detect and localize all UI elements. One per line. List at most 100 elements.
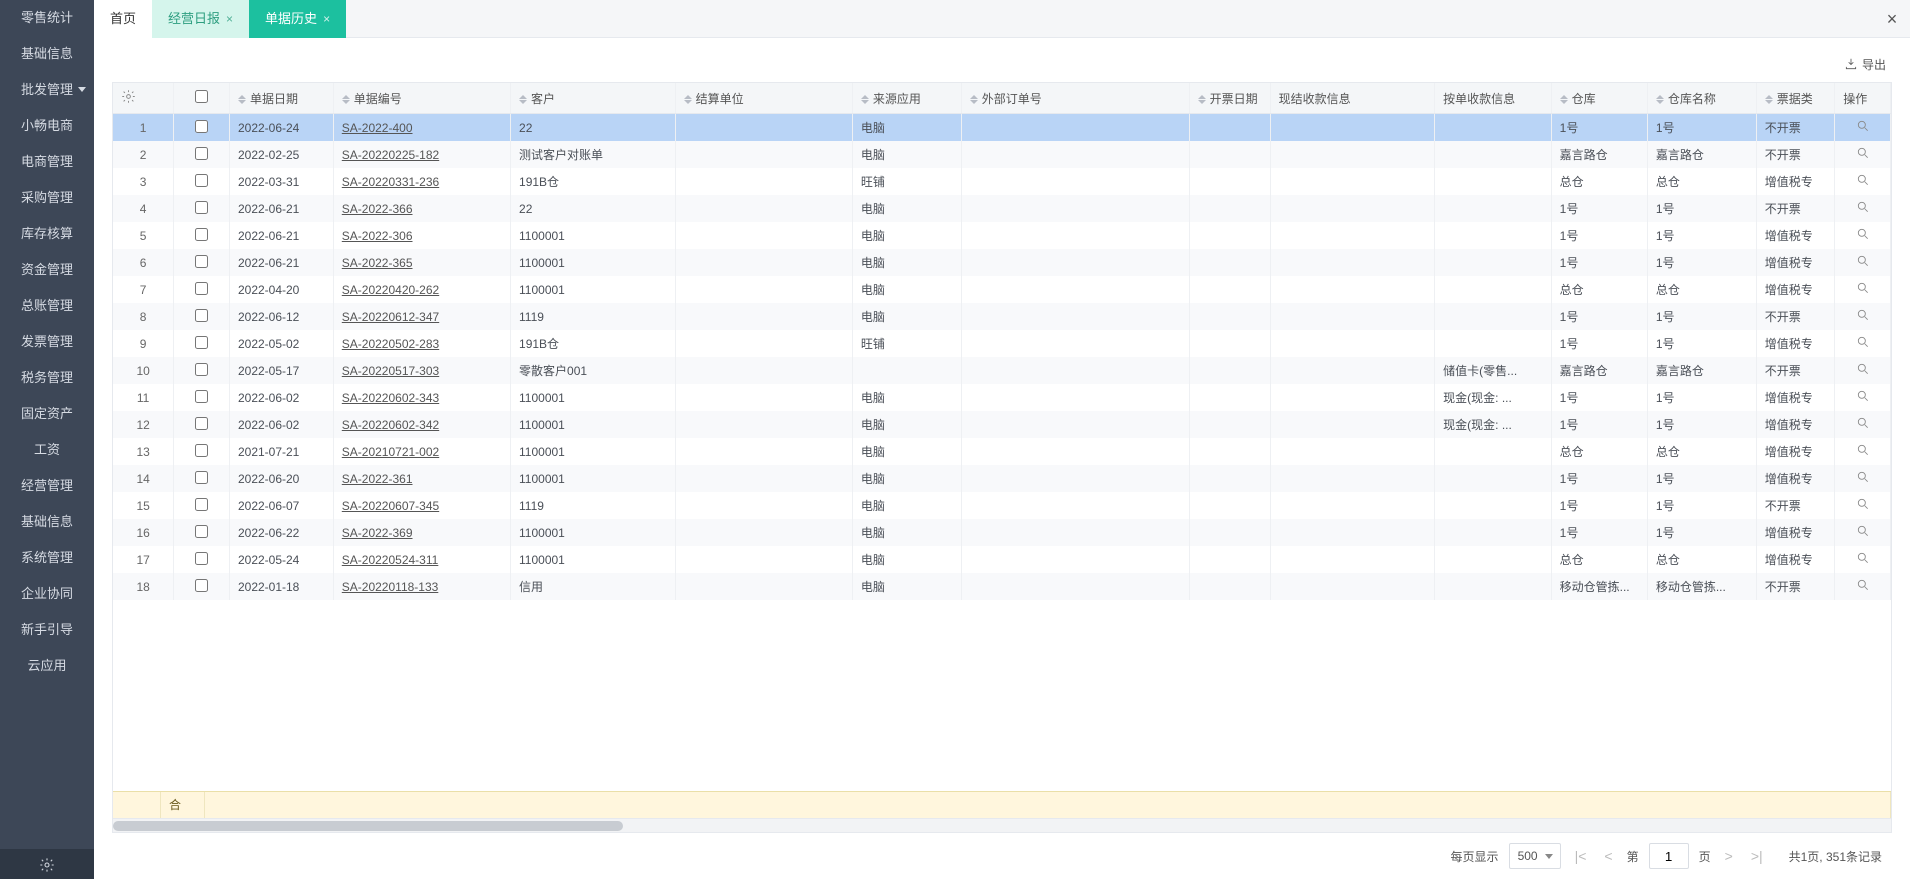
row-view-button[interactable]: [1835, 141, 1891, 168]
table-row[interactable]: 172022-05-24SA-20220524-3111100001电脑总仓总仓…: [113, 546, 1891, 573]
cell-code[interactable]: SA-20220612-347: [333, 303, 510, 330]
row-checkbox[interactable]: [174, 519, 230, 546]
export-button[interactable]: 导出: [1844, 56, 1886, 73]
row-checkbox[interactable]: [174, 114, 230, 141]
sidebar-item-10[interactable]: 税务管理: [0, 360, 94, 396]
row-view-button[interactable]: [1835, 573, 1891, 600]
table-row[interactable]: 122022-06-02SA-20220602-3421100001电脑现金(现…: [113, 411, 1891, 438]
row-view-button[interactable]: [1835, 438, 1891, 465]
tab-daily-report[interactable]: 经营日报 ×: [152, 0, 249, 38]
sidebar-item-7[interactable]: 资金管理: [0, 252, 94, 288]
row-checkbox[interactable]: [174, 411, 230, 438]
cell-code[interactable]: SA-20210721-002: [333, 438, 510, 465]
table-row[interactable]: 102022-05-17SA-20220517-303零散客户001储值卡(零售…: [113, 357, 1891, 384]
sidebar-item-11[interactable]: 固定资产: [0, 396, 94, 432]
cell-code[interactable]: SA-20220602-342: [333, 411, 510, 438]
prev-page-button[interactable]: <: [1600, 848, 1616, 864]
table-row[interactable]: 142022-06-20SA-2022-3611100001电脑1号1号增值税专: [113, 465, 1891, 492]
sidebar-item-18[interactable]: 云应用: [0, 648, 94, 684]
row-view-button[interactable]: [1835, 546, 1891, 573]
sidebar-item-12[interactable]: 工资: [0, 432, 94, 468]
row-view-button[interactable]: [1835, 168, 1891, 195]
scroll-thumb[interactable]: [113, 821, 623, 831]
col-code[interactable]: 单据编号: [333, 83, 510, 113]
row-checkbox[interactable]: [174, 249, 230, 276]
sidebar-footer[interactable]: [0, 849, 94, 879]
col-wh[interactable]: 仓库: [1551, 83, 1647, 113]
sort-icon[interactable]: [1560, 95, 1568, 104]
table-row[interactable]: 32022-03-31SA-20220331-236191B仓旺铺总仓总仓增值税…: [113, 168, 1891, 195]
table-row[interactable]: 162022-06-22SA-2022-3691100001电脑1号1号增值税专: [113, 519, 1891, 546]
cell-code[interactable]: SA-2022-365: [333, 249, 510, 276]
table-row[interactable]: 42022-06-21SA-2022-36622电脑1号1号不开票: [113, 195, 1891, 222]
sort-icon[interactable]: [1198, 95, 1206, 104]
close-icon[interactable]: ×: [323, 0, 330, 38]
cell-code[interactable]: SA-20220607-345: [333, 492, 510, 519]
col-settle[interactable]: 结算单位: [675, 83, 852, 113]
sidebar-item-14[interactable]: 基础信息: [0, 504, 94, 540]
row-view-button[interactable]: [1835, 492, 1891, 519]
sidebar-item-15[interactable]: 系统管理: [0, 540, 94, 576]
sort-icon[interactable]: [970, 95, 978, 104]
table-row[interactable]: 132021-07-21SA-20210721-0021100001电脑总仓总仓…: [113, 438, 1891, 465]
table-row[interactable]: 182022-01-18SA-20220118-133信用电脑移动仓管拣...移…: [113, 573, 1891, 600]
sidebar-item-6[interactable]: 库存核算: [0, 216, 94, 252]
table-row[interactable]: 152022-06-07SA-20220607-3451119电脑1号1号不开票: [113, 492, 1891, 519]
next-page-button[interactable]: >: [1721, 848, 1737, 864]
row-checkbox[interactable]: [174, 303, 230, 330]
cell-code[interactable]: SA-2022-400: [333, 114, 510, 141]
tab-home[interactable]: 首页: [94, 0, 152, 38]
row-checkbox[interactable]: [174, 546, 230, 573]
row-checkbox[interactable]: [174, 195, 230, 222]
cell-code[interactable]: SA-2022-361: [333, 465, 510, 492]
col-ticket[interactable]: 票据类: [1756, 83, 1834, 113]
col-whname[interactable]: 仓库名称: [1647, 83, 1756, 113]
row-checkbox[interactable]: [174, 492, 230, 519]
table-row[interactable]: 12022-06-24SA-2022-40022电脑1号1号不开票: [113, 114, 1891, 141]
sort-icon[interactable]: [519, 95, 527, 104]
row-view-button[interactable]: [1835, 249, 1891, 276]
sort-icon[interactable]: [861, 95, 869, 104]
close-icon[interactable]: ×: [226, 0, 233, 38]
row-view-button[interactable]: [1835, 276, 1891, 303]
cell-code[interactable]: SA-20220524-311: [333, 546, 510, 573]
col-src[interactable]: 来源应用: [852, 83, 961, 113]
sort-icon[interactable]: [1656, 95, 1664, 104]
cell-code[interactable]: SA-20220502-283: [333, 330, 510, 357]
table-row[interactable]: 72022-04-20SA-20220420-2621100001电脑总仓总仓增…: [113, 276, 1891, 303]
cell-code[interactable]: SA-20220331-236: [333, 168, 510, 195]
sidebar-item-13[interactable]: 经营管理: [0, 468, 94, 504]
cell-code[interactable]: SA-20220602-343: [333, 384, 510, 411]
col-invdate[interactable]: 开票日期: [1189, 83, 1270, 113]
table-row[interactable]: 82022-06-12SA-20220612-3471119电脑1号1号不开票: [113, 303, 1891, 330]
horizontal-scrollbar[interactable]: [113, 818, 1891, 832]
close-all-tabs-button[interactable]: ×: [1874, 0, 1910, 37]
cell-code[interactable]: SA-2022-306: [333, 222, 510, 249]
row-view-button[interactable]: [1835, 357, 1891, 384]
cell-code[interactable]: SA-2022-366: [333, 195, 510, 222]
sidebar-item-2[interactable]: 批发管理: [0, 72, 94, 108]
row-checkbox[interactable]: [174, 438, 230, 465]
row-checkbox[interactable]: [174, 330, 230, 357]
row-view-button[interactable]: [1835, 384, 1891, 411]
column-settings-button[interactable]: [113, 83, 174, 113]
cell-code[interactable]: SA-20220517-303: [333, 357, 510, 384]
cell-code[interactable]: SA-20220420-262: [333, 276, 510, 303]
sort-icon[interactable]: [342, 95, 350, 104]
table-row[interactable]: 112022-06-02SA-20220602-3431100001电脑现金(现…: [113, 384, 1891, 411]
row-view-button[interactable]: [1835, 303, 1891, 330]
sidebar-item-1[interactable]: 基础信息: [0, 36, 94, 72]
row-view-button[interactable]: [1835, 195, 1891, 222]
col-cust[interactable]: 客户: [511, 83, 676, 113]
row-checkbox[interactable]: [174, 141, 230, 168]
cell-code[interactable]: SA-20220118-133: [333, 573, 510, 600]
page-number-input[interactable]: [1649, 843, 1689, 869]
last-page-button[interactable]: >|: [1747, 848, 1767, 864]
row-checkbox[interactable]: [174, 384, 230, 411]
cell-code[interactable]: SA-20220225-182: [333, 141, 510, 168]
sidebar-item-17[interactable]: 新手引导: [0, 612, 94, 648]
tab-document-history[interactable]: 单据历史 ×: [249, 0, 346, 38]
col-ext[interactable]: 外部订单号: [961, 83, 1189, 113]
sort-icon[interactable]: [684, 95, 692, 104]
sidebar-item-16[interactable]: 企业协同: [0, 576, 94, 612]
